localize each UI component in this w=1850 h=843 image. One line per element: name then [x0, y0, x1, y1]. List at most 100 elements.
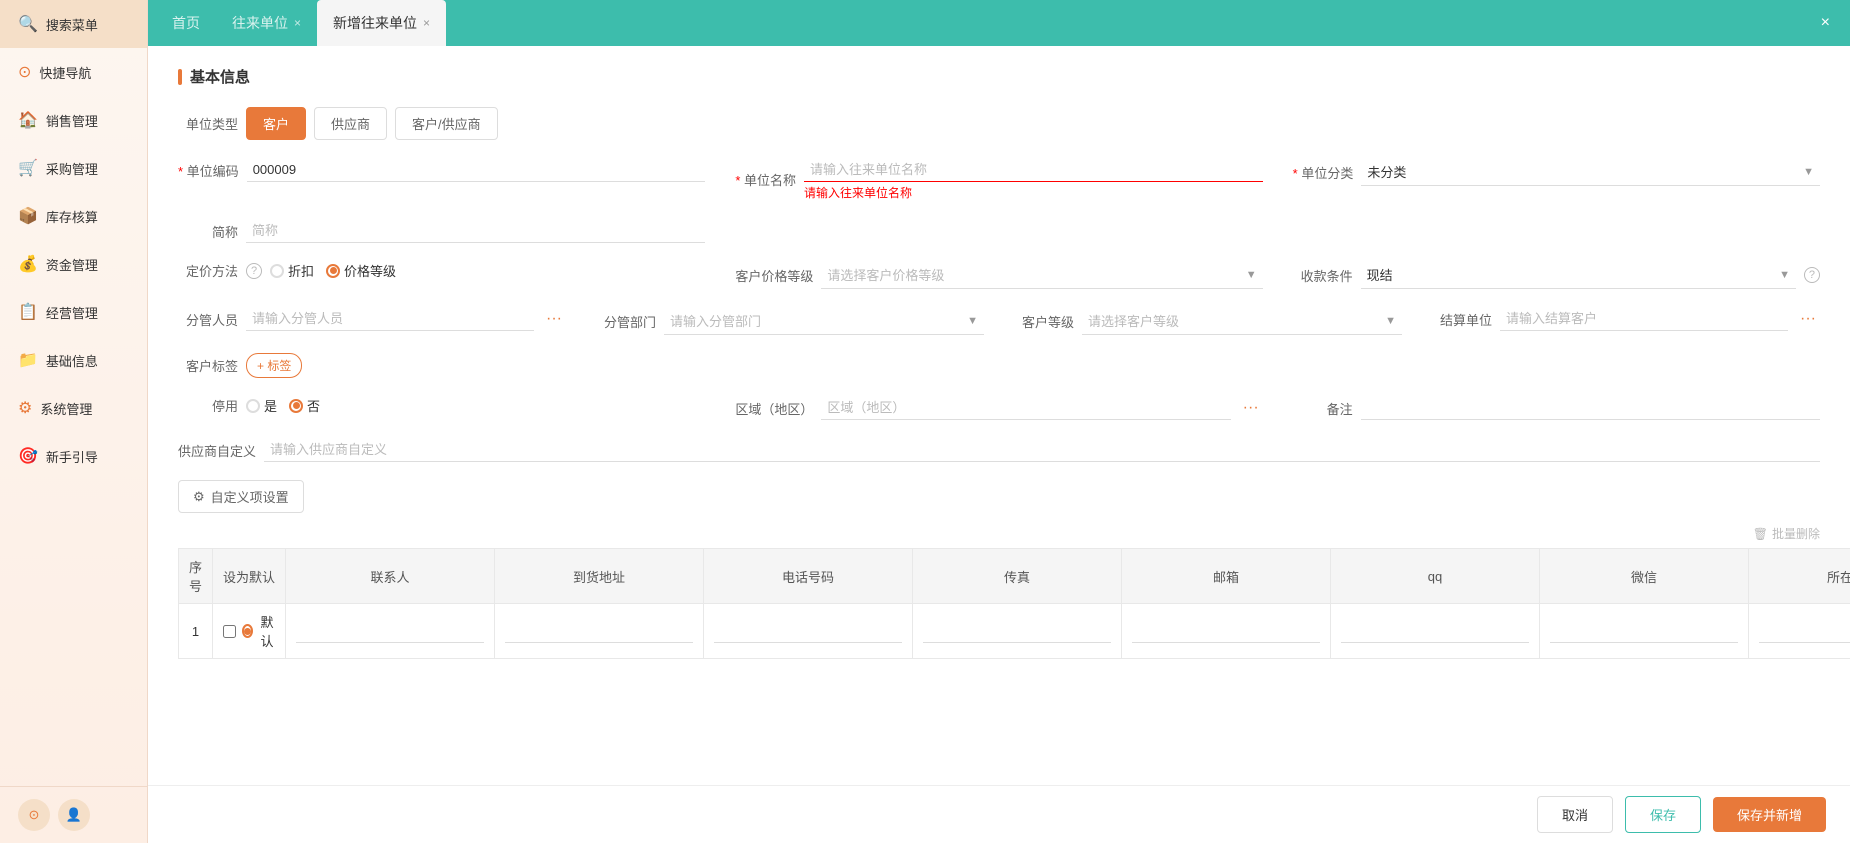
region-more-btn[interactable]: ··· [1239, 399, 1263, 417]
tab-home[interactable]: 首页 [156, 0, 216, 46]
supplier-custom-input[interactable] [264, 438, 1820, 462]
add-tag-btn[interactable]: + 标签 [246, 353, 302, 378]
home-bottom-btn[interactable]: ⊙ [18, 799, 50, 831]
sidebar-item-search[interactable]: 🔍 搜索菜单 [0, 0, 147, 48]
row-region[interactable] [1749, 604, 1850, 659]
field-region: 区域（地区） ··· [735, 396, 1262, 420]
customer-price-level-placeholder: 请选择客户价格等级 [827, 265, 1241, 284]
row-contact[interactable] [286, 604, 495, 659]
save-button[interactable]: 保存 [1625, 796, 1701, 833]
section-header: 基本信息 [178, 66, 1820, 87]
settlement-unit-input[interactable] [1500, 307, 1788, 331]
disabled-label: 停用 [178, 396, 238, 415]
row-checkbox[interactable] [223, 625, 236, 638]
field-disabled: 停用 是 否 [178, 396, 705, 415]
sidebar-item-guide[interactable]: 🎯 新手引导 [0, 432, 147, 480]
short-name-input[interactable] [246, 219, 705, 243]
custom-settings-btn[interactable]: ⚙ 自定义项设置 [178, 480, 304, 513]
pricing-radio-level-label: 价格等级 [344, 261, 396, 280]
row-address[interactable] [495, 604, 704, 659]
row-weixin-input[interactable] [1550, 619, 1738, 643]
inventory-icon: 📦 [18, 206, 38, 226]
sidebar-item-system[interactable]: ⚙ 系统管理 [0, 384, 147, 432]
pricing-radio-discount[interactable]: 折扣 [270, 261, 314, 280]
col-qq: qq [1331, 549, 1540, 604]
pricing-radio-discount-dot [270, 264, 284, 278]
customer-level-label: 客户等级 [1014, 312, 1074, 331]
tab-new-unit-close[interactable]: × [423, 16, 430, 30]
tab-new-unit[interactable]: 新增往来单位 × [317, 0, 446, 46]
tab-bar-close[interactable]: × [1809, 14, 1842, 32]
col-phone: 电话号码 [704, 549, 913, 604]
sales-icon: 🏠 [18, 110, 38, 130]
row-phone-input[interactable] [714, 619, 902, 643]
sidebar-item-basic[interactable]: 📁 基础信息 [0, 336, 147, 384]
customer-price-level-select[interactable]: 请选择客户价格等级 ▼ [821, 261, 1262, 289]
disabled-radio-yes[interactable]: 是 [246, 396, 277, 415]
department-label: 分管部门 [596, 312, 656, 331]
row-weixin[interactable] [1540, 604, 1749, 659]
unit-category-label: 单位分类 [1293, 163, 1354, 182]
sidebar-label-sales: 销售管理 [46, 111, 98, 130]
sidebar-bottom: ⊙ 👤 [0, 786, 147, 843]
pricing-radio-discount-label: 折扣 [288, 261, 314, 280]
tab-unit-list-close[interactable]: × [294, 16, 301, 30]
payment-terms-help-icon[interactable]: ? [1804, 267, 1820, 283]
payment-terms-select[interactable]: 现结 ▼ [1361, 261, 1796, 289]
batch-delete-icon: 🗑 [1753, 527, 1768, 541]
manager-input[interactable] [246, 307, 534, 331]
disabled-radio-no[interactable]: 否 [289, 396, 320, 415]
type-btn-both[interactable]: 客户/供应商 [395, 107, 498, 140]
row-region-input[interactable] [1759, 619, 1850, 643]
sidebar-item-sales[interactable]: 🏠 销售管理 [0, 96, 147, 144]
department-select[interactable]: 请输入分管部门 ▼ [664, 307, 984, 335]
region-input[interactable] [821, 396, 1230, 420]
unit-code-input[interactable] [247, 158, 706, 182]
row-index: 1 [179, 604, 213, 659]
disabled-radio-no-label: 否 [307, 396, 320, 415]
row-email[interactable] [1122, 604, 1331, 659]
row-phone[interactable] [704, 604, 913, 659]
row-default-radio[interactable] [242, 624, 253, 638]
type-btn-customer[interactable]: 客户 [246, 107, 306, 140]
unit-category-select[interactable]: 未分类 ▼ [1361, 158, 1820, 186]
form-row-2: 简称 [178, 219, 1820, 243]
sidebar-item-quick-nav[interactable]: ⊙ 快捷导航 [0, 48, 147, 96]
settlement-unit-more-btn[interactable]: ··· [1796, 310, 1820, 328]
col-index: 序号 [179, 549, 213, 604]
customer-level-select[interactable]: 请选择客户等级 ▼ [1082, 307, 1402, 335]
cancel-button[interactable]: 取消 [1537, 796, 1613, 833]
unit-name-input[interactable] [804, 158, 1263, 182]
field-customer-tags: 客户标签 + 标签 [178, 353, 1820, 378]
batch-delete-label[interactable]: 批量删除 [1772, 525, 1820, 542]
unit-category-value: 未分类 [1367, 162, 1799, 181]
pricing-help-icon[interactable]: ? [246, 263, 262, 279]
sidebar-item-inventory[interactable]: 📦 库存核算 [0, 192, 147, 240]
field-department: 分管部门 请输入分管部门 ▼ [596, 307, 984, 335]
sidebar-label-system: 系统管理 [40, 399, 92, 418]
row-email-input[interactable] [1132, 619, 1320, 643]
type-btn-supplier[interactable]: 供应商 [314, 107, 387, 140]
sidebar-item-finance[interactable]: 💰 资金管理 [0, 240, 147, 288]
save-and-new-button[interactable]: 保存并新增 [1713, 797, 1826, 832]
row-qq-input[interactable] [1341, 619, 1529, 643]
pricing-radio-group: 折扣 价格等级 [270, 261, 396, 280]
col-weixin: 微信 [1540, 549, 1749, 604]
sidebar-item-purchase[interactable]: 🛒 采购管理 [0, 144, 147, 192]
manager-more-btn[interactable]: ··· [542, 310, 566, 328]
row-default: 默认 [213, 604, 286, 659]
row-fax[interactable] [913, 604, 1122, 659]
tab-unit-list[interactable]: 往来单位 × [216, 0, 317, 46]
row-qq[interactable] [1331, 604, 1540, 659]
pricing-radio-level[interactable]: 价格等级 [326, 261, 396, 280]
bottom-action-bar: 取消 保存 保存并新增 [148, 785, 1850, 843]
tab-bar: 首页 往来单位 × 新增往来单位 × × [148, 0, 1850, 46]
form-row-4: 分管人员 ··· 分管部门 请输入分管部门 ▼ 客户等级 请选择客户等级 ▼ 结… [178, 307, 1820, 335]
user-bottom-btn[interactable]: 👤 [58, 799, 90, 831]
remark-input[interactable] [1361, 396, 1820, 420]
sidebar-item-operation[interactable]: 📋 经营管理 [0, 288, 147, 336]
row-fax-input[interactable] [923, 619, 1111, 643]
row-contact-input[interactable] [296, 619, 484, 643]
operation-icon: 📋 [18, 302, 38, 322]
row-address-input[interactable] [505, 619, 693, 643]
